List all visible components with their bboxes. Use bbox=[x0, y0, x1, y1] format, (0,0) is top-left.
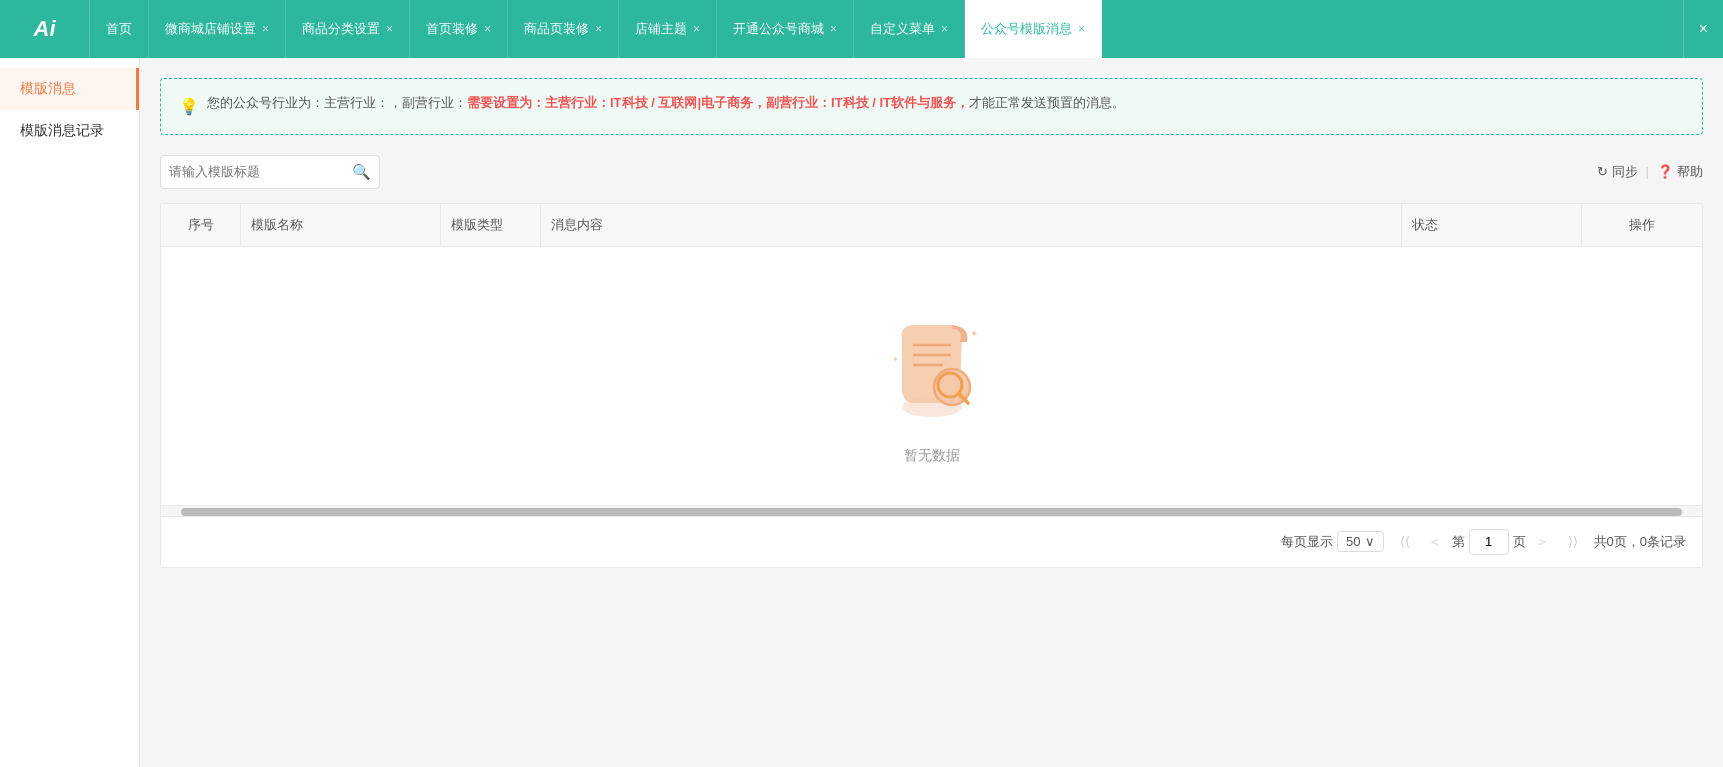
nav-tab-custom-menu[interactable]: 自定义菜单× bbox=[854, 0, 965, 58]
page-unit: 页 bbox=[1513, 533, 1526, 551]
empty-text: 暂无数据 bbox=[904, 447, 960, 465]
help-label: 帮助 bbox=[1677, 163, 1703, 181]
page-size-value: 50 bbox=[1346, 534, 1360, 549]
main-layout: 模版消息模版消息记录 💡 您的公众号行业为：主营行业：，副营行业：需要设置为：主… bbox=[0, 58, 1723, 767]
data-table: 序号 模版名称 模版类型 消息内容 状态 操作 bbox=[160, 203, 1703, 568]
divider: | bbox=[1646, 164, 1649, 179]
app-logo: Ai bbox=[0, 0, 90, 58]
page-size-select[interactable]: 50 ∨ bbox=[1337, 531, 1383, 552]
search-actions: ↻ 同步 | ❓ 帮助 bbox=[1597, 163, 1703, 181]
pagination: 每页显示 50 ∨ ⟨⟨ ＜ 第 页 ＞ ⟩⟩ bbox=[161, 517, 1702, 567]
notice-text-after: 才能正常发送预置的消息。 bbox=[969, 95, 1125, 110]
nav-tab-home-decor[interactable]: 首页装修× bbox=[410, 0, 508, 58]
search-area: 🔍 ↻ 同步 | ❓ 帮助 bbox=[160, 155, 1703, 189]
close-tab-open-mall[interactable]: × bbox=[830, 22, 837, 36]
horizontal-scrollbar[interactable] bbox=[161, 505, 1702, 517]
sidebar-item-template-msg[interactable]: 模版消息 bbox=[0, 68, 139, 110]
close-tab-shop-theme[interactable]: × bbox=[693, 22, 700, 36]
close-all-button[interactable]: × bbox=[1683, 0, 1723, 58]
first-page-button[interactable]: ⟨⟨ bbox=[1392, 529, 1418, 555]
sidebar-item-template-msg-record[interactable]: 模版消息记录 bbox=[0, 110, 139, 152]
sync-label: 同步 bbox=[1612, 163, 1638, 181]
notice-text: 您的公众号行业为：主营行业：，副营行业：需要设置为：主营行业：IT科技 / 互联… bbox=[207, 93, 1125, 114]
page-label: 第 bbox=[1452, 533, 1465, 551]
column-no: 序号 bbox=[161, 204, 241, 246]
notice-box: 💡 您的公众号行业为：主营行业：，副营行业：需要设置为：主营行业：IT科技 / … bbox=[160, 78, 1703, 135]
column-type: 模版类型 bbox=[441, 204, 541, 246]
svg-text:✦: ✦ bbox=[970, 328, 978, 339]
close-tab-custom-menu[interactable]: × bbox=[941, 22, 948, 36]
empty-illustration: ✦ ✦ bbox=[872, 307, 992, 427]
nav-tabs: 首页微商城店铺设置×商品分类设置×首页装修×商品页装修×店铺主题×开通公众号商城… bbox=[90, 0, 1683, 58]
page-size-wrap: 每页显示 50 ∨ bbox=[1281, 531, 1383, 552]
close-tab-wechat-shop[interactable]: × bbox=[262, 22, 269, 36]
page-input-wrap: 第 页 bbox=[1452, 529, 1526, 555]
close-tab-template-msg[interactable]: × bbox=[1078, 22, 1085, 36]
column-status: 状态 bbox=[1402, 204, 1582, 246]
page-summary: 共0页，0条记录 bbox=[1594, 533, 1686, 551]
table-header: 序号 模版名称 模版类型 消息内容 状态 操作 bbox=[161, 204, 1702, 247]
nav-tab-product-decor[interactable]: 商品页装修× bbox=[508, 0, 619, 58]
nav-tab-template-msg[interactable]: 公众号模版消息× bbox=[965, 0, 1102, 58]
nav-tab-shop-theme[interactable]: 店铺主题× bbox=[619, 0, 717, 58]
scrollbar-thumb[interactable] bbox=[181, 508, 1682, 516]
last-page-button[interactable]: ⟩⟩ bbox=[1560, 529, 1586, 555]
search-input-wrap[interactable]: 🔍 bbox=[160, 155, 380, 189]
help-button[interactable]: ❓ 帮助 bbox=[1657, 163, 1703, 181]
search-icon[interactable]: 🔍 bbox=[352, 163, 371, 181]
content-area: 💡 您的公众号行业为：主营行业：，副营行业：需要设置为：主营行业：IT科技 / … bbox=[140, 58, 1723, 767]
notice-text-highlight: 需要设置为：主营行业：IT科技 / 互联网|电子商务，副营行业：IT科技 / I… bbox=[467, 95, 969, 110]
nav-tab-wechat-shop[interactable]: 微商城店铺设置× bbox=[149, 0, 286, 58]
nav-tab-home[interactable]: 首页 bbox=[90, 0, 149, 58]
nav-tab-product-category[interactable]: 商品分类设置× bbox=[286, 0, 410, 58]
svg-text:✦: ✦ bbox=[892, 355, 899, 364]
help-icon: ❓ bbox=[1657, 164, 1673, 179]
page-size-label: 每页显示 bbox=[1281, 533, 1333, 551]
close-tab-product-category[interactable]: × bbox=[386, 22, 393, 36]
close-tab-product-decor[interactable]: × bbox=[595, 22, 602, 36]
sidebar: 模版消息模版消息记录 bbox=[0, 58, 140, 767]
sync-button[interactable]: ↻ 同步 bbox=[1597, 163, 1638, 181]
empty-state: ✦ ✦ 暂无数据 bbox=[161, 247, 1702, 505]
pagination-nav: ⟨⟨ ＜ 第 页 ＞ ⟩⟩ bbox=[1392, 529, 1586, 555]
next-page-button[interactable]: ＞ bbox=[1530, 529, 1556, 555]
column-content: 消息内容 bbox=[541, 204, 1402, 246]
column-name: 模版名称 bbox=[241, 204, 441, 246]
prev-page-button[interactable]: ＜ bbox=[1422, 529, 1448, 555]
notice-icon: 💡 bbox=[179, 94, 199, 120]
search-input[interactable] bbox=[169, 164, 352, 179]
close-tab-home-decor[interactable]: × bbox=[484, 22, 491, 36]
top-navigation: Ai 首页微商城店铺设置×商品分类设置×首页装修×商品页装修×店铺主题×开通公众… bbox=[0, 0, 1723, 58]
nav-tab-open-mall[interactable]: 开通公众号商城× bbox=[717, 0, 854, 58]
sync-icon: ↻ bbox=[1597, 164, 1608, 179]
page-number-input[interactable] bbox=[1469, 529, 1509, 555]
notice-text-before: 您的公众号行业为：主营行业：，副营行业： bbox=[207, 95, 467, 110]
chevron-down-icon: ∨ bbox=[1365, 534, 1375, 549]
column-action: 操作 bbox=[1582, 204, 1702, 246]
